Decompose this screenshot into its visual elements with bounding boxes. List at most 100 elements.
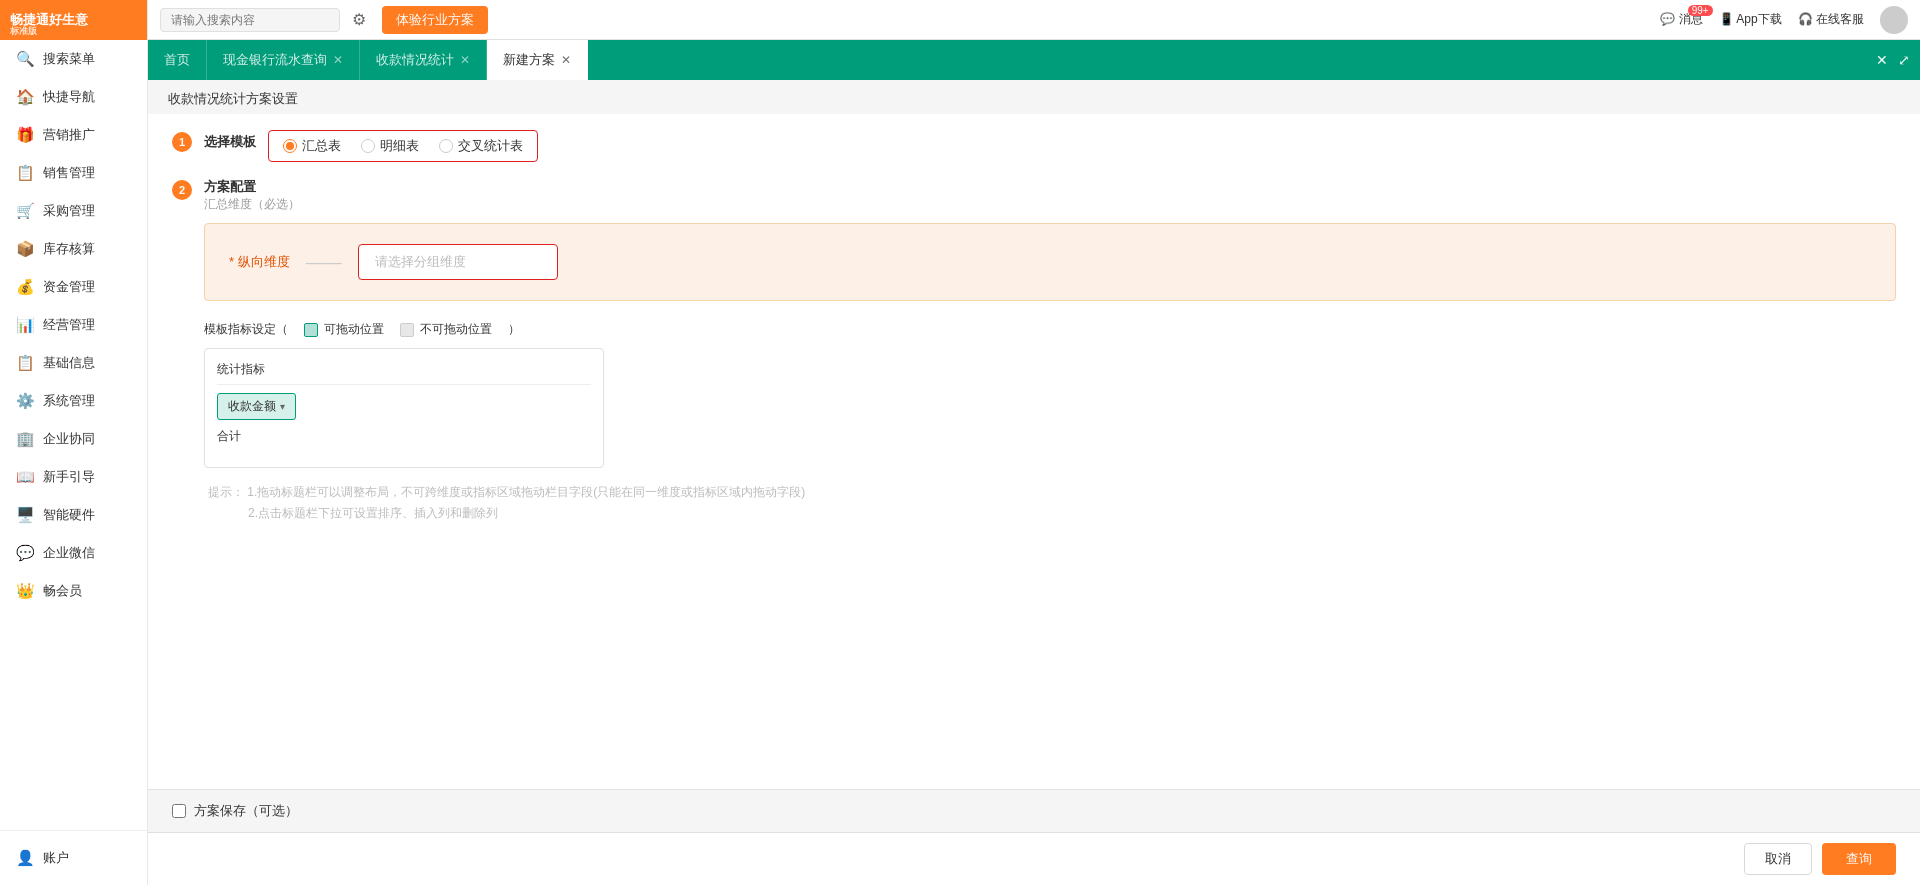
dimension-dropdown[interactable]: 请选择分组维度: [358, 244, 558, 280]
quick-nav-icon: 🏠: [16, 88, 35, 106]
sidebar-bottom-label1: 账户: [43, 849, 69, 867]
sidebar-item-basic-info[interactable]: 📋基础信息: [0, 344, 147, 382]
tip-2: 2.点击标题栏下拉可设置排序、插入列和删除列: [208, 505, 1892, 522]
sidebar-item-operations[interactable]: 📊经营管理: [0, 306, 147, 344]
finance-icon: 💰: [16, 278, 35, 296]
download-link[interactable]: 📱 App下载: [1719, 11, 1782, 28]
tab-close-collection[interactable]: ✕: [460, 53, 470, 67]
guide-icon: 📖: [16, 468, 35, 486]
sidebar-item-inventory[interactable]: 📦库存核算: [0, 230, 147, 268]
tips-area: 提示： 1.拖动标题栏可以调整布局，不可跨维度或指标区域拖动栏目字段(只能在同一…: [204, 484, 1896, 522]
indicator-tag[interactable]: 收款金额▾: [217, 393, 296, 420]
wechat-icon: 💬: [16, 544, 35, 562]
radio-circle-cross: [439, 139, 453, 153]
cancel-button[interactable]: 取消: [1744, 843, 1812, 875]
inventory-icon: 📦: [16, 240, 35, 258]
step1-badge: 1: [172, 132, 192, 152]
sidebar-item-sales[interactable]: 📋销售管理: [0, 154, 147, 192]
sidebar-item-system[interactable]: ⚙️系统管理: [0, 382, 147, 420]
support-icon: 🎧: [1798, 12, 1813, 26]
trial-button[interactable]: 体验行业方案: [382, 6, 488, 34]
breadcrumb: 收款情况统计方案设置: [168, 91, 298, 106]
step1-label: 选择模板: [204, 133, 256, 151]
sidebar-item-quick-nav[interactable]: 🏠 快捷导航: [0, 78, 147, 116]
sidebar-item-member[interactable]: 👑 畅会员: [0, 572, 147, 610]
tab-close-new-plan[interactable]: ✕: [561, 53, 571, 67]
dimension-section-label: 汇总维度（必选）: [204, 196, 1896, 213]
tab-new-plan[interactable]: 新建方案 ✕: [487, 40, 588, 80]
radio-summary-label: 汇总表: [302, 137, 341, 155]
notification-icon: 💬: [1660, 12, 1675, 26]
bottom-icon1: 👤: [16, 849, 35, 867]
vertical-dim-label: * 纵向维度: [229, 253, 290, 271]
finance-label: 资金管理: [43, 278, 95, 296]
radio-detail[interactable]: 明细表: [361, 137, 419, 155]
tab-label-new-plan: 新建方案: [503, 51, 555, 69]
legend-static: 不可拖动位置: [400, 321, 492, 338]
tab-label-collection: 收款情况统计: [376, 51, 454, 69]
enterprise-icon: 🏢: [16, 430, 35, 448]
support-link[interactable]: 🎧 在线客服: [1798, 11, 1864, 28]
legend-draggable: 可拖动位置: [304, 321, 384, 338]
hardware-icon: 🖥️: [16, 506, 35, 524]
radio-cross-label: 交叉统计表: [458, 137, 523, 155]
operations-icon: 📊: [16, 316, 35, 334]
purchase-icon: 🛒: [16, 202, 35, 220]
download-icon: 📱: [1719, 12, 1734, 26]
sidebar-item-search-menu[interactable]: 🔍搜索菜单: [0, 40, 147, 78]
radio-circle-detail: [361, 139, 375, 153]
indicator-label-end: ）: [508, 321, 520, 338]
sidebar: 畅捷通好生意 标准版 🔍搜索菜单🏠快捷导航🎁营销推广📋销售管理🛒采购管理📦库存核…: [0, 0, 148, 885]
sidebar-item-finance[interactable]: 💰 资金管理: [0, 268, 147, 306]
radio-summary[interactable]: 汇总表: [283, 137, 341, 155]
main: ⚙ 体验行业方案 💬 消息 99+ 📱 App下载 🎧 在线客服 首页现金银行流…: [148, 0, 1920, 885]
radio-detail-label: 明细表: [380, 137, 419, 155]
support-label: 在线客服: [1816, 12, 1864, 26]
marketing-icon: 🎁: [16, 126, 35, 144]
sidebar-item-guide[interactable]: 📖新手引导: [0, 458, 147, 496]
radio-cross[interactable]: 交叉统计表: [439, 137, 523, 155]
download-label: App下载: [1736, 12, 1781, 26]
sidebar-item-enterprise[interactable]: 🏢企业协同: [0, 420, 147, 458]
tab-close-cashflow[interactable]: ✕: [333, 53, 343, 67]
step2-content: 方案配置 汇总维度（必选） * 纵向维度 —— 请选择分组维度: [204, 178, 1896, 526]
basic-info-label: 基础信息: [43, 354, 95, 372]
avatar[interactable]: [1880, 6, 1908, 34]
notification-area[interactable]: 💬 消息 99+: [1660, 11, 1702, 28]
quick-nav-label: 快捷导航: [43, 88, 95, 106]
step2-badge: 2: [172, 180, 192, 200]
sidebar-item-wechat[interactable]: 💬 企业微信: [0, 534, 147, 572]
member-label: 畅会员: [43, 582, 82, 600]
step1-content: 选择模板 汇总表 明细表: [204, 130, 1896, 162]
close-window-icon[interactable]: ✕: [1876, 52, 1888, 68]
step2-label: 方案配置: [204, 179, 256, 194]
page-content: 收款情况统计方案设置 1 选择模板 汇总表: [148, 80, 1920, 885]
notification-badge: 99+: [1688, 5, 1713, 16]
topbar-search-input[interactable]: [160, 8, 340, 32]
search-menu-icon: 🔍: [16, 50, 35, 68]
wechat-label: 企业微信: [43, 544, 95, 562]
template-radio-group: 汇总表 明细表 交叉统计表: [268, 130, 538, 162]
step1-section: 1 选择模板 汇总表 明细表: [172, 130, 1896, 162]
sidebar-item-marketing[interactable]: 🎁 营销推广: [0, 116, 147, 154]
sidebar-item-hardware[interactable]: 🖥️ 智能硬件: [0, 496, 147, 534]
dimension-area: * 纵向维度 —— 请选择分组维度: [204, 223, 1896, 301]
sidebar-item-bottom1[interactable]: 👤 账户: [0, 839, 147, 877]
topbar-right: 💬 消息 99+ 📱 App下载 🎧 在线客服: [1660, 6, 1908, 34]
dim-arrow-icon: ——: [306, 252, 342, 273]
tab-collection[interactable]: 收款情况统计 ✕: [360, 40, 487, 80]
tab-label-cashflow: 现金银行流水查询: [223, 51, 327, 69]
member-icon: 👑: [16, 582, 35, 600]
marketing-label: 营销推广: [43, 126, 95, 144]
maximize-icon[interactable]: ⤢: [1898, 52, 1910, 68]
indicator-total: 合计: [217, 424, 591, 449]
gear-icon[interactable]: ⚙: [352, 10, 366, 29]
sidebar-item-purchase[interactable]: 🛒采购管理: [0, 192, 147, 230]
tab-home[interactable]: 首页: [148, 40, 207, 80]
save-checkbox[interactable]: [172, 804, 186, 818]
tab-cashflow[interactable]: 现金银行流水查询 ✕: [207, 40, 360, 80]
hardware-label: 智能硬件: [43, 506, 95, 524]
tip-1: 提示： 1.拖动标题栏可以调整布局，不可跨维度或指标区域拖动栏目字段(只能在同一…: [208, 484, 1892, 501]
legend-draggable-label: 可拖动位置: [324, 321, 384, 338]
query-button[interactable]: 查询: [1822, 843, 1896, 875]
